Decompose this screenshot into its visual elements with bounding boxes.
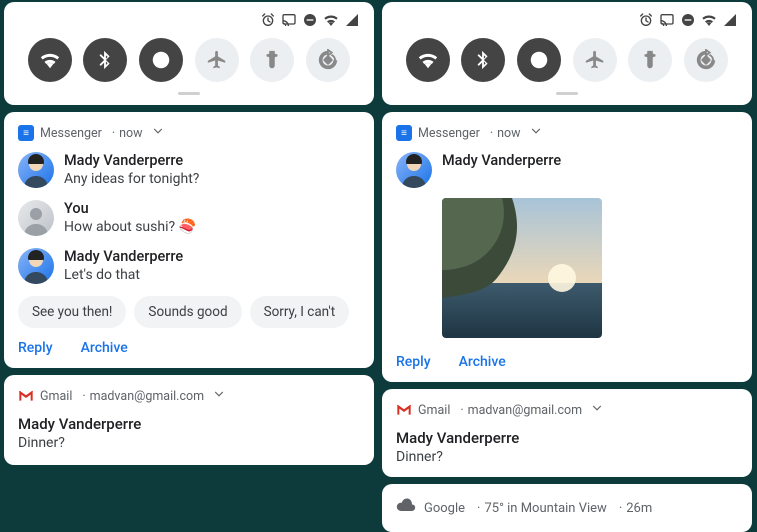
dnd-status-icon <box>302 12 318 32</box>
wifi-tile[interactable] <box>28 38 72 82</box>
avatar <box>396 152 432 188</box>
signal-icon <box>722 12 738 32</box>
archive-action[interactable]: Archive <box>81 340 128 356</box>
quick-settings-tiles <box>16 32 362 86</box>
cloud-icon <box>396 496 416 520</box>
message-sender: Mady Vanderperre <box>64 248 183 265</box>
message-row: Mady Vanderperre Any ideas for tonight? <box>18 152 360 188</box>
gmail-app-icon <box>18 388 34 404</box>
messenger-notification[interactable]: ≡ Messenger now Mady Vanderperre Any ide… <box>4 112 374 368</box>
message-row: You How about sushi? 🍣 <box>18 200 360 236</box>
avatar <box>18 200 54 236</box>
status-bar <box>16 12 362 32</box>
quick-settings-panel <box>382 2 752 105</box>
cast-icon <box>281 12 297 32</box>
reply-action[interactable]: Reply <box>18 340 53 356</box>
shade-drag-handle[interactable] <box>556 92 578 95</box>
reply-action[interactable]: Reply <box>396 354 431 370</box>
smart-reply-chip[interactable]: See you then! <box>18 296 126 328</box>
gmail-notification[interactable]: Gmail madvan@gmail.com Mady Vanderperre … <box>4 375 374 465</box>
signal-icon <box>344 12 360 32</box>
weather-summary: 75° in Mountain View <box>473 501 607 516</box>
message-sender: You <box>64 200 196 217</box>
messenger-app-icon: ≡ <box>396 125 412 141</box>
rotate-tile[interactable] <box>306 38 350 82</box>
dnd-tile[interactable] <box>139 38 183 82</box>
bluetooth-tile[interactable] <box>83 38 127 82</box>
quick-settings-tiles <box>394 32 740 86</box>
message-sender: Mady Vanderperre <box>64 152 199 169</box>
wifi-status-icon <box>323 12 339 32</box>
dnd-tile[interactable] <box>517 38 561 82</box>
bluetooth-tile[interactable] <box>461 38 505 82</box>
flashlight-tile[interactable] <box>250 38 294 82</box>
messenger-app-icon: ≡ <box>18 125 34 141</box>
gmail-account: madvan@gmail.com <box>78 389 204 404</box>
expand-chevron-icon[interactable] <box>151 124 165 142</box>
email-subject: Mady Vanderperre <box>18 415 360 433</box>
phone-right: ≡ Messenger now Mady Vanderperre <box>382 2 752 532</box>
expand-chevron-icon[interactable] <box>590 401 604 419</box>
message-text: Let's do that <box>64 267 183 283</box>
smart-reply-chip[interactable]: Sounds good <box>134 296 241 328</box>
weather-app-name: Google <box>424 501 465 516</box>
weather-notification[interactable]: Google 75° in Mountain View 26m <box>382 484 752 532</box>
alarm-icon <box>260 12 276 32</box>
phone-left: ≡ Messenger now Mady Vanderperre Any ide… <box>4 2 374 532</box>
messenger-app-name: Messenger <box>40 126 102 141</box>
gmail-notification[interactable]: Gmail madvan@gmail.com Mady Vanderperre … <box>382 389 752 477</box>
image-attachment[interactable] <box>442 198 602 338</box>
message-row: Mady Vanderperre <box>396 152 738 188</box>
flashlight-tile[interactable] <box>628 38 672 82</box>
avatar <box>18 152 54 188</box>
alarm-icon <box>638 12 654 32</box>
messenger-app-name: Messenger <box>418 126 480 141</box>
archive-action[interactable]: Archive <box>459 354 506 370</box>
status-bar <box>394 12 740 32</box>
smart-reply-row: See you then! Sounds good Sorry, I can't <box>18 296 360 328</box>
messenger-time: now <box>108 126 143 141</box>
quick-settings-panel <box>4 2 374 105</box>
dnd-status-icon <box>680 12 696 32</box>
messenger-time: now <box>486 126 521 141</box>
wifi-tile[interactable] <box>406 38 450 82</box>
email-subject: Mady Vanderperre <box>396 429 738 447</box>
gmail-header[interactable]: Gmail madvan@gmail.com <box>18 387 360 405</box>
notification-actions: Reply Archive <box>396 352 738 370</box>
wifi-status-icon <box>701 12 717 32</box>
gmail-app-name: Gmail <box>418 403 450 418</box>
shade-drag-handle[interactable] <box>178 92 200 95</box>
message-row: Mady Vanderperre Let's do that <box>18 248 360 284</box>
weather-age: 26m <box>615 501 652 516</box>
messenger-header[interactable]: ≡ Messenger now <box>18 124 360 142</box>
gmail-header[interactable]: Gmail madvan@gmail.com <box>396 401 738 419</box>
expand-chevron-icon[interactable] <box>212 387 226 405</box>
airplane-tile[interactable] <box>195 38 239 82</box>
gmail-app-icon <box>396 402 412 418</box>
message-text: How about sushi? 🍣 <box>64 219 196 235</box>
smart-reply-chip[interactable]: Sorry, I can't <box>250 296 350 328</box>
avatar <box>18 248 54 284</box>
email-preview: Dinner? <box>18 435 360 451</box>
gmail-app-name: Gmail <box>40 389 72 404</box>
notification-actions: Reply Archive <box>18 338 360 356</box>
rotate-tile[interactable] <box>684 38 728 82</box>
airplane-tile[interactable] <box>573 38 617 82</box>
email-preview: Dinner? <box>396 449 738 465</box>
expand-chevron-icon[interactable] <box>529 124 543 142</box>
cast-icon <box>659 12 675 32</box>
gmail-account: madvan@gmail.com <box>456 403 582 418</box>
messenger-notification[interactable]: ≡ Messenger now Mady Vanderperre <box>382 112 752 382</box>
message-text: Any ideas for tonight? <box>64 171 199 187</box>
message-sender: Mady Vanderperre <box>442 152 561 169</box>
messenger-header[interactable]: ≡ Messenger now <box>396 124 738 142</box>
